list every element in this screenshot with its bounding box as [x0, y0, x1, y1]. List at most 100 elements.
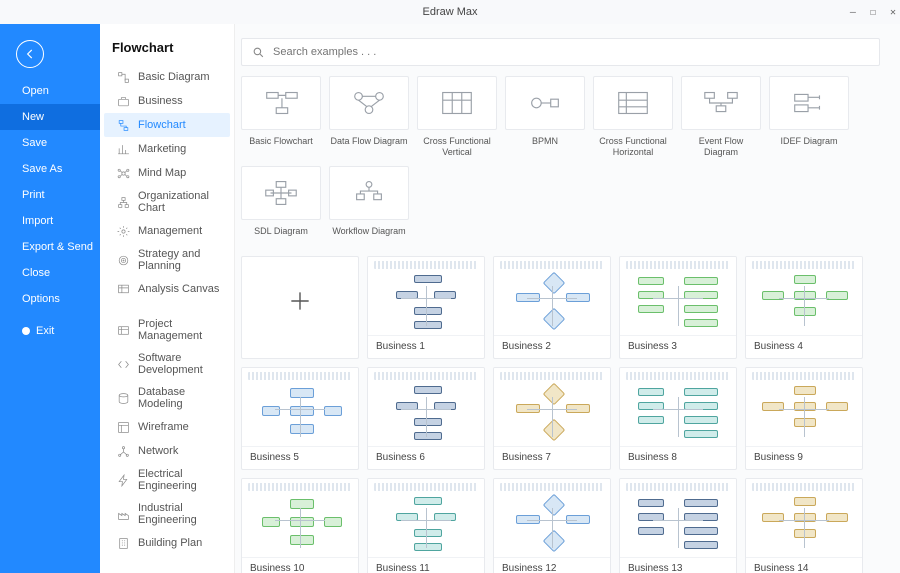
category-management[interactable]: Management — [104, 219, 230, 243]
category-label: Flowchart — [138, 119, 186, 131]
template-business-3[interactable]: Business 3 — [619, 256, 737, 359]
sidebar-item-save[interactable]: Save — [0, 130, 100, 156]
template-thumb — [746, 257, 862, 335]
diagram-type-bpmn[interactable]: BPMN — [505, 76, 585, 158]
back-button[interactable] — [16, 40, 44, 68]
category-label: Building Plan — [138, 537, 202, 549]
template-label: Business 7 — [494, 446, 610, 469]
template-thumb — [494, 368, 610, 446]
maximize-button[interactable]: ☐ — [870, 7, 876, 18]
template-business-4[interactable]: Business 4 — [745, 256, 863, 359]
diagram-type-event-flow-diagram[interactable]: Event Flow Diagram — [681, 76, 761, 158]
diagram-type-thumb — [681, 76, 761, 130]
diagram-type-basic-flowchart[interactable]: Basic Flowchart — [241, 76, 321, 158]
window-controls: — ☐ ✕ — [850, 0, 896, 24]
template-business-14[interactable]: Business 14 — [745, 478, 863, 573]
category-software-development[interactable]: Software Development — [104, 347, 230, 381]
category-label: Industrial Engineering — [138, 502, 226, 526]
diagram-type-data-flow-diagram[interactable]: Data Flow Diagram — [329, 76, 409, 158]
chart-icon — [116, 142, 130, 156]
category-strategy-and-planning[interactable]: Strategy and Planning — [104, 243, 230, 277]
category-database-modeling[interactable]: Database Modeling — [104, 381, 230, 415]
main-panel: Basic FlowchartData Flow DiagramCross Fu… — [235, 24, 900, 573]
template-business-6[interactable]: Business 6 — [367, 367, 485, 470]
sidebar-item-close[interactable]: Close — [0, 260, 100, 286]
category-label: Network — [138, 445, 178, 457]
template-business-5[interactable]: Business 5 — [241, 367, 359, 470]
template-label: Business 1 — [368, 335, 484, 358]
diagram-type-sdl-diagram[interactable]: SDL Diagram — [241, 166, 321, 237]
search-input[interactable] — [273, 46, 869, 58]
sidebar-item-open[interactable]: Open — [0, 78, 100, 104]
template-label: Business 5 — [242, 446, 358, 469]
template-blank[interactable] — [241, 256, 359, 359]
search-icon — [252, 46, 265, 59]
sidebar-item-save-as[interactable]: Save As — [0, 156, 100, 182]
sidebar-item-print[interactable]: Print — [0, 182, 100, 208]
category-project-management[interactable]: Project Management — [104, 313, 230, 347]
factory-icon — [116, 507, 130, 521]
category-label: Strategy and Planning — [138, 248, 226, 272]
category-organizational-chart[interactable]: Organizational Chart — [104, 185, 230, 219]
template-business-10[interactable]: Business 10 — [241, 478, 359, 573]
plus-icon — [242, 257, 358, 345]
sidebar-item-options[interactable]: Options — [0, 286, 100, 312]
mindmap-icon — [116, 166, 130, 180]
diagram-type-cross-functional-horizontal[interactable]: Cross Functional Horizontal — [593, 76, 673, 158]
sidebar-item-exit[interactable]: Exit — [0, 318, 100, 344]
category-wireframe[interactable]: Wireframe — [104, 415, 230, 439]
diagram-type-thumb — [329, 76, 409, 130]
sidebar-item-import[interactable]: Import — [0, 208, 100, 234]
template-business-1[interactable]: Business 1 — [367, 256, 485, 359]
category-label: Organizational Chart — [138, 190, 226, 214]
template-thumb — [620, 368, 736, 446]
content-scroll[interactable]: Basic FlowchartData Flow DiagramCross Fu… — [235, 76, 900, 573]
template-thumb — [620, 257, 736, 335]
diagram-type-thumb — [241, 166, 321, 220]
search-bar[interactable] — [241, 38, 880, 66]
template-business-12[interactable]: Business 12 — [493, 478, 611, 573]
minimize-button[interactable]: — — [850, 7, 856, 18]
template-thumb — [368, 479, 484, 557]
flowchart-icon — [116, 118, 130, 132]
sidebar-item-export-send[interactable]: Export & Send — [0, 234, 100, 260]
category-business[interactable]: Business — [104, 89, 230, 113]
diagram-type-idef-diagram[interactable]: IDEF Diagram — [769, 76, 849, 158]
category-label: Mind Map — [138, 167, 186, 179]
close-button[interactable]: ✕ — [890, 7, 896, 18]
category-marketing[interactable]: Marketing — [104, 137, 230, 161]
template-business-8[interactable]: Business 8 — [619, 367, 737, 470]
template-business-11[interactable]: Business 11 — [367, 478, 485, 573]
template-thumb — [368, 257, 484, 335]
diagram-type-thumb — [241, 76, 321, 130]
category-flowchart[interactable]: Flowchart — [104, 113, 230, 137]
category-industrial-engineering[interactable]: Industrial Engineering — [104, 497, 230, 531]
category-label: Project Management — [138, 318, 226, 342]
arrow-left-icon — [23, 47, 37, 61]
category-basic-diagram[interactable]: Basic Diagram — [104, 65, 230, 89]
file-sidebar: OpenNewSaveSave AsPrintImportExport & Se… — [0, 24, 100, 573]
category-analysis-canvas[interactable]: Analysis Canvas — [104, 277, 230, 301]
template-thumb — [368, 368, 484, 446]
diagram-type-workflow-diagram[interactable]: Workflow Diagram — [329, 166, 409, 237]
template-label: Business 10 — [242, 557, 358, 573]
template-business-7[interactable]: Business 7 — [493, 367, 611, 470]
template-label: Business 2 — [494, 335, 610, 358]
template-label: Business 6 — [368, 446, 484, 469]
template-business-9[interactable]: Business 9 — [745, 367, 863, 470]
template-business-13[interactable]: Business 13 — [619, 478, 737, 573]
network-icon — [116, 444, 130, 458]
building-icon — [116, 536, 130, 550]
category-electrical-engineering[interactable]: Electrical Engineering — [104, 463, 230, 497]
category-network[interactable]: Network — [104, 439, 230, 463]
diagram-type-cross-functional-vertical[interactable]: Cross Functional Vertical — [417, 76, 497, 158]
template-business-2[interactable]: Business 2 — [493, 256, 611, 359]
category-graphic-design[interactable]: Graphic Design — [104, 567, 230, 573]
template-thumb — [494, 479, 610, 557]
category-building-plan[interactable]: Building Plan — [104, 531, 230, 555]
category-label: Marketing — [138, 143, 186, 155]
sidebar-item-new[interactable]: New — [0, 104, 100, 130]
bolt-icon — [116, 473, 130, 487]
diagram-type-grid: Basic FlowchartData Flow DiagramCross Fu… — [241, 76, 886, 236]
category-mind-map[interactable]: Mind Map — [104, 161, 230, 185]
